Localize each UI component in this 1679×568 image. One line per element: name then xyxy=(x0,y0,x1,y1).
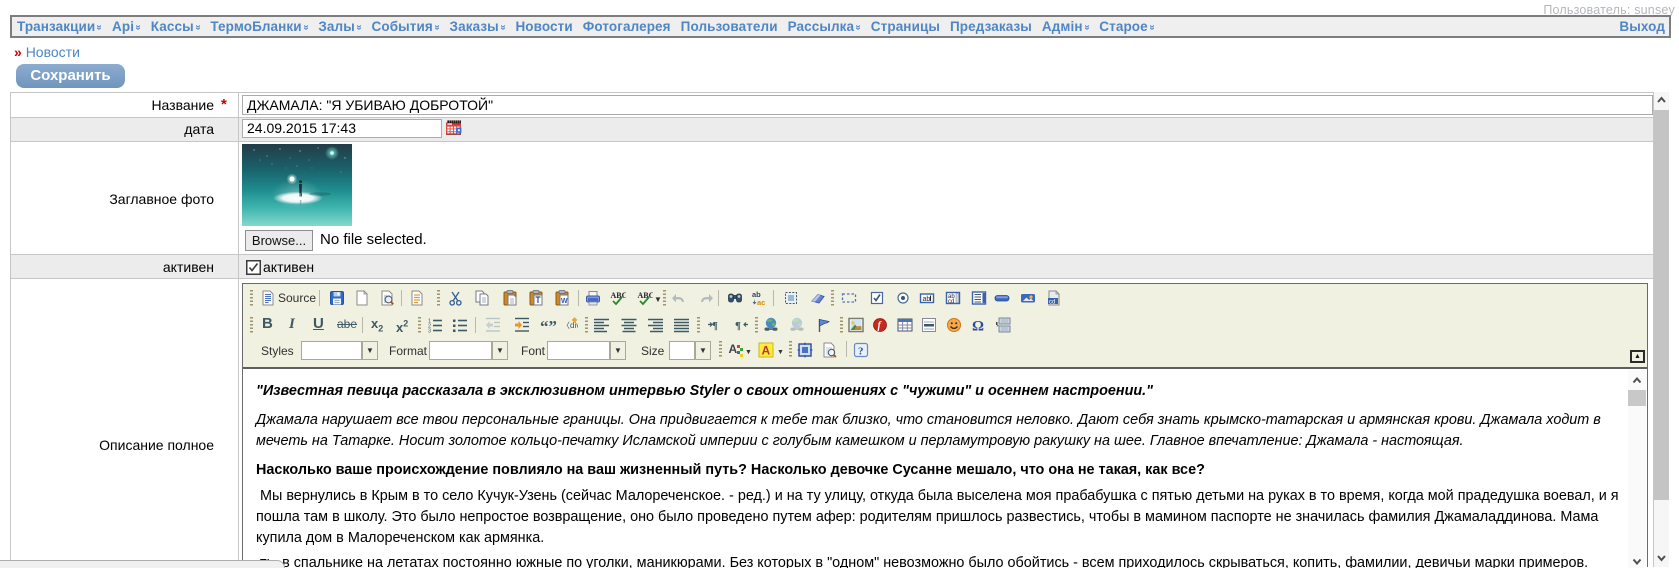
svg-text:3: 3 xyxy=(428,329,431,334)
svg-text:ac: ac xyxy=(757,298,765,306)
svg-text:W: W xyxy=(561,298,568,305)
svg-text:¶: ¶ xyxy=(735,320,741,332)
svg-text:ABC: ABC xyxy=(611,291,627,300)
svg-text:ABC: ABC xyxy=(638,291,654,300)
svg-text:¶: ¶ xyxy=(712,320,718,332)
svg-text:ab: ab xyxy=(923,296,931,303)
svg-text:A: A xyxy=(762,344,771,358)
svg-text:A: A xyxy=(729,342,738,356)
svg-text:cd: cd xyxy=(1049,300,1055,306)
svg-text:cd: cd xyxy=(948,299,954,305)
svg-text:?: ? xyxy=(858,346,864,358)
svg-text:Ω: Ω xyxy=(972,319,984,334)
svg-text:〈div〉: 〈div〉 xyxy=(562,321,578,330)
svg-text:“”: “” xyxy=(540,317,556,333)
